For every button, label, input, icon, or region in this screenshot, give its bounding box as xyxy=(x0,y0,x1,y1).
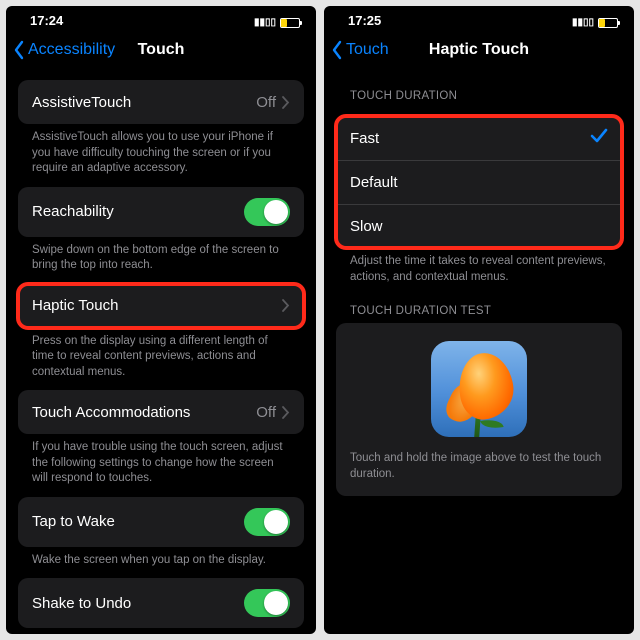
clock: 17:24 xyxy=(30,13,63,28)
row-label: Tap to Wake xyxy=(32,513,244,530)
row-detail: Off xyxy=(256,404,276,421)
row-label: AssistiveTouch xyxy=(32,94,256,111)
haptic-touch-row[interactable]: Haptic Touch xyxy=(18,284,304,328)
row-label: Shake to Undo xyxy=(32,595,244,612)
row-label: Fast xyxy=(350,130,590,147)
row-label: Reachability xyxy=(32,203,244,220)
chevron-left-icon xyxy=(12,40,26,60)
accom-footer: If you have trouble using the touch scre… xyxy=(6,434,316,489)
haptic-touch-row-highlight: Haptic Touch xyxy=(18,284,304,328)
back-button[interactable]: Accessibility xyxy=(12,40,115,60)
tap-to-wake-row[interactable]: Tap to Wake xyxy=(18,497,304,547)
tap-to-wake-toggle[interactable] xyxy=(244,508,290,536)
battery-icon xyxy=(598,18,618,28)
status-bar: 17:25 ▮▮▯▯ xyxy=(324,6,634,28)
battery-icon xyxy=(280,18,300,28)
shake-to-undo-toggle[interactable] xyxy=(244,589,290,617)
settings-list[interactable]: AssistiveTouch Off AssistiveTouch allows… xyxy=(6,72,316,634)
touch-accommodations-row[interactable]: Touch Accommodations Off xyxy=(18,390,304,434)
status-bar: 17:24 ▮▮▯▯ xyxy=(6,6,316,28)
test-image[interactable] xyxy=(431,341,527,437)
touch-duration-header: TOUCH DURATION xyxy=(324,72,634,108)
chevron-left-icon xyxy=(330,40,344,60)
nav-bar: Accessibility Touch xyxy=(6,28,316,72)
chevron-right-icon xyxy=(282,96,290,109)
haptic-footer: Press on the display using a different l… xyxy=(6,328,316,383)
page-title: Touch xyxy=(138,41,185,59)
touch-duration-group-highlight: Fast Default Slow xyxy=(336,116,622,248)
settings-list[interactable]: TOUCH DURATION Fast Default Slow Adjust … xyxy=(324,72,634,634)
nav-bar: Touch Haptic Touch xyxy=(324,28,634,72)
signal-icon: ▮▮▯▯ xyxy=(572,17,594,28)
haptic-touch-screen: 17:25 ▮▮▯▯ Touch Haptic Touch TOUCH DURA… xyxy=(324,6,634,634)
assistivetouch-footer: AssistiveTouch allows you to use your iP… xyxy=(6,124,316,179)
touch-duration-test-header: TOUCH DURATION TEST xyxy=(324,287,634,323)
row-label: Default xyxy=(350,174,608,191)
duration-footer: Adjust the time it takes to reveal conte… xyxy=(324,248,634,287)
checkmark-icon xyxy=(590,128,608,148)
row-label: Haptic Touch xyxy=(32,297,282,314)
back-button[interactable]: Touch xyxy=(330,40,389,60)
test-caption: Touch and hold the image above to test t… xyxy=(350,451,608,482)
option-slow[interactable]: Slow xyxy=(336,204,622,248)
assistivetouch-row[interactable]: AssistiveTouch Off xyxy=(18,80,304,124)
status-icons: ▮▮▯▯ xyxy=(572,17,618,28)
clock: 17:25 xyxy=(348,13,381,28)
tap-footer: Wake the screen when you tap on the disp… xyxy=(6,547,316,571)
page-title: Haptic Touch xyxy=(429,41,529,59)
signal-icon: ▮▮▯▯ xyxy=(254,17,276,28)
status-icons: ▮▮▯▯ xyxy=(254,17,300,28)
reachability-footer: Swipe down on the bottom edge of the scr… xyxy=(6,237,316,276)
reachability-toggle[interactable] xyxy=(244,198,290,226)
shake-footer: If you tend to shake your iPhone by acci… xyxy=(6,628,316,634)
reachability-row[interactable]: Reachability xyxy=(18,187,304,237)
chevron-right-icon xyxy=(282,406,290,419)
touch-settings-screen: 17:24 ▮▮▯▯ Accessibility Touch Assistive… xyxy=(6,6,316,634)
row-detail: Off xyxy=(256,94,276,111)
row-label: Touch Accommodations xyxy=(32,404,256,421)
chevron-right-icon xyxy=(282,299,290,312)
touch-duration-test-panel: Touch and hold the image above to test t… xyxy=(336,323,622,496)
back-label: Accessibility xyxy=(28,41,115,59)
shake-to-undo-row[interactable]: Shake to Undo xyxy=(18,578,304,628)
back-label: Touch xyxy=(346,41,389,59)
option-fast[interactable]: Fast xyxy=(336,116,622,160)
option-default[interactable]: Default xyxy=(336,160,622,204)
row-label: Slow xyxy=(350,218,608,235)
